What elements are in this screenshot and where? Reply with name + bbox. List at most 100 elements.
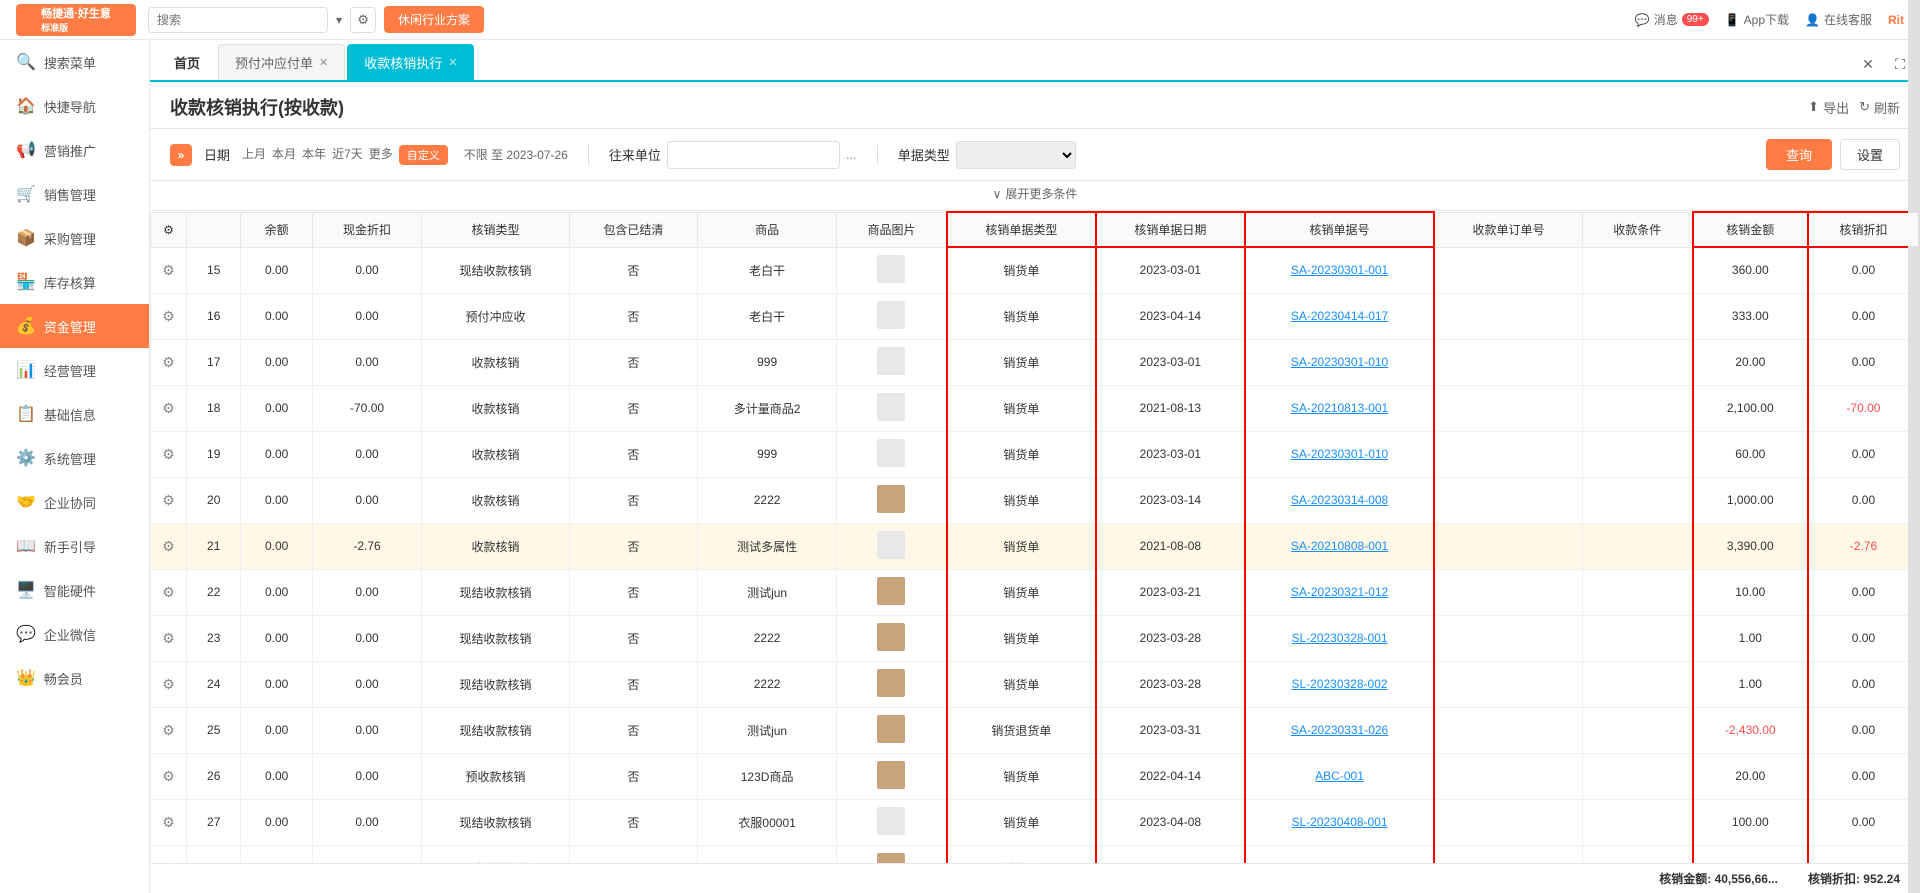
bill-no-link[interactable]: ABC-001 [1315,769,1364,783]
separator [588,145,589,165]
settings-icon[interactable]: ⚙ [350,7,376,33]
date-7days[interactable]: 近7天 [332,145,363,165]
scrollbar[interactable] [1908,82,1920,893]
td-settings[interactable]: ⚙ [151,661,187,707]
td-settings[interactable]: ⚙ [151,385,187,431]
refresh-button[interactable]: ↻ 刷新 [1859,98,1900,117]
bill-no-link[interactable]: SA-20230314-008 [1291,493,1388,507]
td-bill-report-no[interactable]: SA-20230301-010 [1245,339,1434,385]
sidebar-item-wechat[interactable]: 💬 企业微信 [0,612,149,656]
sidebar-item-inventory[interactable]: 🏪 库存核算 [0,260,149,304]
sidebar-item-purchase[interactable]: 📦 采购管理 [0,216,149,260]
bill-no-link[interactable]: SA-20210808-001 [1291,539,1388,553]
export-button[interactable]: ⬆ 导出 [1808,98,1849,117]
td-settings[interactable]: ⚙ [151,615,187,661]
td-bill-report-no[interactable]: SL-20230328-002 [1245,661,1434,707]
top-dropdown-btn[interactable]: ▾ [336,13,342,27]
sidebar-item-operations[interactable]: 📊 经营管理 [0,348,149,392]
date-last-month[interactable]: 上月 [242,145,266,165]
app-download-area[interactable]: 📱 App下载 [1725,11,1789,28]
td-settings[interactable]: ⚙ [151,845,187,863]
sidebar-item-guide[interactable]: 📖 新手引导 [0,524,149,568]
bill-no-link[interactable]: SA-20230301-001 [1291,263,1388,277]
message-area[interactable]: 💬 消息 99+ [1635,11,1709,28]
bill-no-link[interactable]: SA-20230301-010 [1291,355,1388,369]
td-settings[interactable]: ⚙ [151,753,187,799]
td-settings[interactable]: ⚙ [151,247,187,293]
date-links: 上月 本月 本年 近7天 更多 自定义 [242,145,448,165]
td-settings[interactable]: ⚙ [151,799,187,845]
top-search-input[interactable] [148,7,328,33]
th-settings[interactable]: ⚙ [151,212,187,247]
td-bill-report-no[interactable]: SA-20230321-012 [1245,569,1434,615]
td-settings[interactable]: ⚙ [151,523,187,569]
bill-no-link[interactable]: SL-20230408-001 [1291,815,1387,829]
date-custom-btn[interactable]: 自定义 [399,145,448,165]
td-seq: 26 [187,753,241,799]
sidebar-item-search-menu[interactable]: 🔍 搜索菜单 [0,40,149,84]
sidebar-item-system[interactable]: ⚙️ 系统管理 [0,436,149,480]
query-button[interactable]: 查询 [1766,139,1832,170]
td-bill-report-no[interactable]: SA-20230331-026 [1245,707,1434,753]
td-write-off-type: 现结收款核销 [422,799,569,845]
td-write-off-type: 收款核销 [422,385,569,431]
bill-type-select[interactable] [956,141,1076,169]
td-collection-condition [1582,707,1692,753]
td-bill-report-no[interactable]: SA-20230301-010 [1245,431,1434,477]
td-bill-report-no[interactable]: SA-20230301-001 [1245,247,1434,293]
filter-expand-btn[interactable]: » [170,144,192,166]
bill-no-link[interactable]: SA-20210813-001 [1291,401,1388,415]
td-bill-report-no[interactable]: SA-20230314-008 [1245,477,1434,523]
bill-no-link[interactable]: SL-20230328-001 [1291,631,1387,645]
td-bill-report-date: 2023-03-01 [1096,431,1245,477]
td-seq: 15 [187,247,241,293]
sidebar-item-sales[interactable]: 🛒 销售管理 [0,172,149,216]
td-bill-report-no[interactable]: SA-20210808-001 [1245,523,1434,569]
tab-close-window-btn[interactable]: ✕ [1856,52,1880,76]
td-settings[interactable]: ⚙ [151,707,187,753]
td-seq: 20 [187,477,241,523]
td-settings[interactable]: ⚙ [151,293,187,339]
td-settings[interactable]: ⚙ [151,477,187,523]
sidebar-item-basic-info[interactable]: 📋 基础信息 [0,392,149,436]
td-bill-report-date: 2021-08-08 [1096,523,1245,569]
date-more[interactable]: 更多 [369,145,393,165]
from-unit-input[interactable] [667,141,840,169]
td-settings[interactable]: ⚙ [151,339,187,385]
tab-collection-close[interactable]: ✕ [448,56,457,69]
online-service-area[interactable]: 👤 在线客服 [1805,11,1872,28]
bill-no-link[interactable]: SA-20230331-026 [1291,723,1388,737]
date-this-year[interactable]: 本年 [302,145,326,165]
td-bill-report-no[interactable]: SL-20230418-001 [1245,845,1434,863]
tab-prepay[interactable]: 预付冲应付单 ✕ [218,44,345,80]
sidebar-item-hardware[interactable]: 🖥️ 智能硬件 [0,568,149,612]
user-name[interactable]: Rit [1888,13,1904,27]
tab-prepay-close[interactable]: ✕ [319,56,328,69]
td-settings[interactable]: ⚙ [151,431,187,477]
date-this-month[interactable]: 本月 [272,145,296,165]
td-write-off-amount: 100.00 [1693,845,1808,863]
sidebar-item-member[interactable]: 👑 畅会员 [0,656,149,700]
sidebar-item-enterprise[interactable]: 🤝 企业协同 [0,480,149,524]
th-balance: 余额 [241,212,312,247]
sidebar-item-finance[interactable]: 💰 资金管理 [0,304,149,348]
td-bill-report-no[interactable]: SL-20230408-001 [1245,799,1434,845]
td-settings[interactable]: ⚙ [151,569,187,615]
bill-no-link[interactable]: SL-20230328-002 [1291,677,1387,691]
td-bill-report-no[interactable]: SA-20230414-017 [1245,293,1434,339]
expand-more-button[interactable]: ∨ 展开更多条件 [993,185,1078,202]
bill-no-link[interactable]: SA-20230414-017 [1291,309,1388,323]
industry-solution-button[interactable]: 休闲行业方案 [384,6,484,33]
sidebar-item-marketing[interactable]: 📢 营销推广 [0,128,149,172]
td-seq: 24 [187,661,241,707]
td-bill-report-no[interactable]: ABC-001 [1245,753,1434,799]
bill-no-link[interactable]: SA-20230301-010 [1291,447,1388,461]
td-bill-report-no[interactable]: SA-20210813-001 [1245,385,1434,431]
setting-button[interactable]: 设置 [1840,139,1900,170]
refresh-icon: ↻ [1859,99,1870,115]
td-bill-report-no[interactable]: SL-20230328-001 [1245,615,1434,661]
sidebar-item-quick-nav[interactable]: 🏠 快捷导航 [0,84,149,128]
bill-no-link[interactable]: SA-20230321-012 [1291,585,1388,599]
tab-home[interactable]: 首页 [158,44,216,80]
tab-collection[interactable]: 收款核销执行 ✕ [347,44,474,80]
